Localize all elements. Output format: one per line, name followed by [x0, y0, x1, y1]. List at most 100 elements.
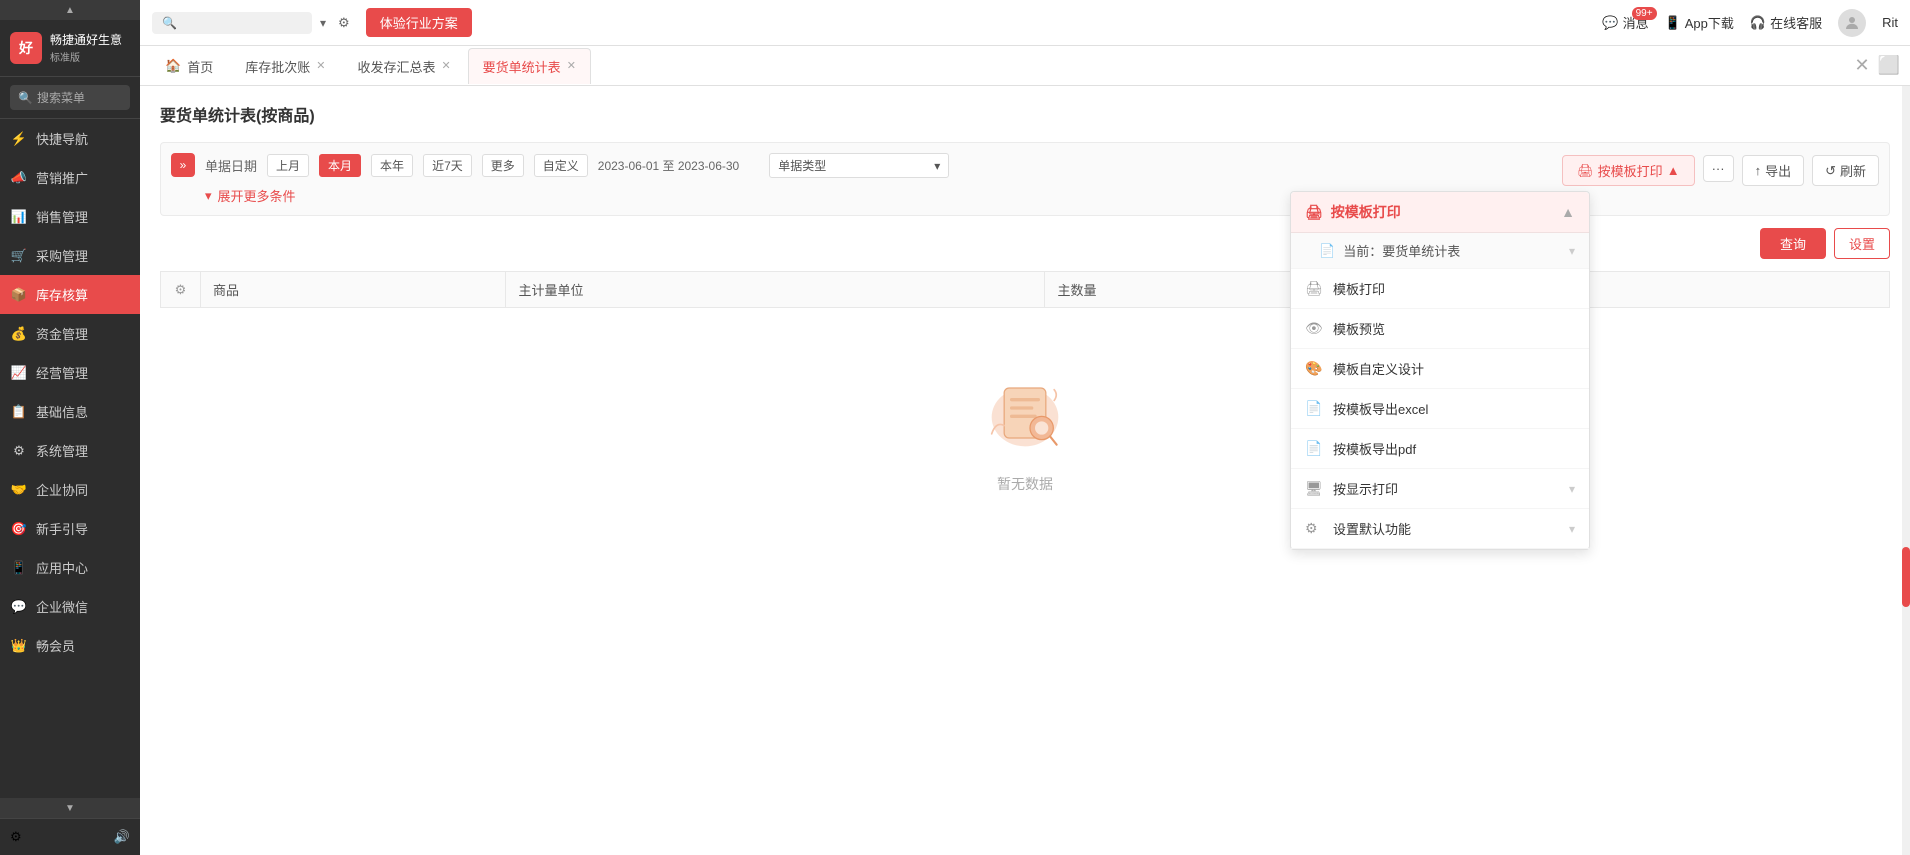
sidebar-bottom: ⚙ 🔊: [0, 818, 140, 855]
date-btn-more[interactable]: 更多: [482, 154, 524, 177]
topbar-app-download[interactable]: 📱 App下载: [1665, 13, 1734, 32]
tab-order-stats-close[interactable]: ✕: [567, 61, 576, 72]
dropdown-title: 🖨 按模板打印: [1305, 202, 1401, 222]
messages-badge: 99+: [1632, 7, 1657, 20]
more-button[interactable]: ···: [1703, 155, 1734, 182]
export-button[interactable]: ↑ 导出: [1742, 155, 1805, 186]
date-btn-custom[interactable]: 自定义: [534, 154, 588, 177]
refresh-button[interactable]: ↺ 刷新: [1812, 155, 1879, 186]
tab-receipt-summary[interactable]: 收发存汇总表 ✕: [342, 48, 465, 84]
print-template-button[interactable]: 🖨 按模板打印 ▲: [1562, 155, 1694, 186]
template-print-label: 模板打印: [1333, 279, 1385, 298]
print-arrow-icon: ▲: [1667, 163, 1680, 178]
export-icon: ↑: [1755, 163, 1762, 178]
sidebar-item-quick-nav[interactable]: ⚡ 快捷导航: [0, 119, 140, 158]
dropdown-item-template-pdf[interactable]: 📄 按模板导出pdf: [1291, 429, 1589, 469]
filter-expand-button[interactable]: »: [171, 153, 195, 177]
display-print-icon: 🖥: [1305, 480, 1323, 497]
settings-button[interactable]: 设置: [1834, 228, 1890, 259]
topbar-search[interactable]: 🔍: [152, 12, 312, 34]
app-center-icon: 📱: [10, 559, 28, 577]
topbar-messages[interactable]: 💬 消息 99+: [1602, 13, 1648, 32]
marketing-icon: 📣: [10, 169, 28, 187]
date-btn-last-month[interactable]: 上月: [267, 154, 309, 177]
sidebar-item-vip[interactable]: 👑 畅会员: [0, 626, 140, 665]
sidebar-item-inventory[interactable]: 📦 库存核算: [0, 275, 140, 314]
dropdown-item-left: 🖥 按显示打印: [1305, 479, 1398, 498]
tab-batch-accounts[interactable]: 库存批次账 ✕: [230, 48, 340, 84]
date-btn-this-year[interactable]: 本年: [371, 154, 413, 177]
dropdown-current-item[interactable]: 📄 当前：要货单统计表 ▾: [1291, 233, 1589, 269]
tab-home[interactable]: 🏠 首页: [150, 48, 228, 84]
settings-icon[interactable]: ⚙: [10, 829, 22, 845]
page-scrollbar[interactable]: [1902, 86, 1910, 855]
sidebar-item-operation[interactable]: 📈 经营管理: [0, 353, 140, 392]
sound-icon[interactable]: 🔊: [114, 829, 130, 845]
tab-order-stats[interactable]: 要货单统计表 ✕: [468, 48, 591, 84]
date-btn-7days[interactable]: 近7天: [423, 154, 472, 177]
dropdown-item-left: ⚙ 设置默认功能: [1305, 519, 1411, 538]
sidebar-item-finance[interactable]: 💰 资金管理: [0, 314, 140, 353]
template-print-icon: 🖨: [1305, 280, 1323, 297]
dropdown-item-template-excel[interactable]: 📄 按模板导出excel: [1291, 389, 1589, 429]
dropdown-item-set-default[interactable]: ⚙ 设置默认功能 ▾: [1291, 509, 1589, 549]
trial-button[interactable]: 体验行业方案: [366, 8, 472, 37]
current-item-label: 当前：要货单统计表: [1343, 241, 1460, 260]
sidebar-item-marketing[interactable]: 📣 营销推广: [0, 158, 140, 197]
template-excel-icon: 📄: [1305, 400, 1323, 417]
sidebar-scroll-down[interactable]: ▼: [0, 798, 140, 818]
template-custom-label: 模板自定义设计: [1333, 359, 1424, 378]
date-btn-this-month[interactable]: 本月: [319, 154, 361, 177]
sidebar-item-app-center[interactable]: 📱 应用中心: [0, 548, 140, 587]
dropdown-item-template-print[interactable]: 🖨 模板打印: [1291, 269, 1589, 309]
sidebar-item-purchase[interactable]: 🛒 采购管理: [0, 236, 140, 275]
empty-state: 暂无数据: [160, 308, 1890, 554]
sidebar-item-label: 经营管理: [36, 363, 88, 382]
tabs-close-window[interactable]: ✕: [1854, 55, 1869, 76]
type-filter-label: 单据类型: [778, 157, 826, 174]
dropdown-item-left: 📄 按模板导出pdf: [1305, 439, 1416, 458]
set-default-label: 设置默认功能: [1333, 519, 1411, 538]
tab-batch-accounts-close[interactable]: ✕: [316, 61, 325, 72]
dropdown-item-template-preview[interactable]: 👁 模板预览: [1291, 309, 1589, 349]
dropdown-item-display-print[interactable]: 🖥 按显示打印 ▾: [1291, 469, 1589, 509]
sidebar-item-basic[interactable]: 📋 基础信息: [0, 392, 140, 431]
topbar-dropdown[interactable]: ▾: [320, 16, 326, 30]
sidebar-nav: ⚡ 快捷导航 📣 营销推广 📊 销售管理 🛒 采购管理 📦 库存核算 💰 资金管…: [0, 119, 140, 798]
basic-icon: 📋: [10, 403, 28, 421]
tab-order-stats-label: 要货单统计表: [483, 57, 561, 76]
topbar-avatar[interactable]: [1838, 9, 1866, 37]
topbar-gear-icon[interactable]: ⚙: [338, 15, 350, 31]
dropdown-close-button[interactable]: ▲: [1561, 204, 1575, 220]
sidebar-item-label: 企业微信: [36, 597, 88, 616]
tab-receipt-summary-label: 收发存汇总表: [357, 57, 435, 76]
col-settings-icon[interactable]: ⚙: [175, 282, 187, 297]
template-pdf-icon: 📄: [1305, 440, 1323, 457]
sidebar-item-wechat[interactable]: 💬 企业微信: [0, 587, 140, 626]
sidebar-search[interactable]: 🔍 搜索菜单: [0, 77, 140, 119]
page-title: 要货单统计表(按商品): [160, 102, 1890, 126]
print-dropdown-menu: 🖨 按模板打印 ▲ 📄 当前：要货单统计表 ▾ 🖨 模板打印 👁: [1290, 191, 1590, 550]
sidebar-logo-text: 畅捷通好生意: [50, 32, 122, 49]
sidebar: ▲ 好 畅捷通好生意 标准版 🔍 搜索菜单 ⚡ 快捷导航 📣 营销推广 📊 销售…: [0, 0, 140, 855]
sidebar-item-label: 新手引导: [36, 519, 88, 538]
sidebar-item-system[interactable]: ⚙ 系统管理: [0, 431, 140, 470]
dropdown-item-template-custom[interactable]: 🎨 模板自定义设计: [1291, 349, 1589, 389]
tab-receipt-summary-close[interactable]: ✕: [441, 61, 450, 72]
col-unit: 主计量单位: [506, 272, 1045, 308]
sidebar-scroll-up[interactable]: ▲: [0, 0, 140, 20]
col-settings[interactable]: ⚙: [161, 272, 201, 308]
query-button[interactable]: 查询: [1760, 228, 1826, 259]
sidebar-item-sales[interactable]: 📊 销售管理: [0, 197, 140, 236]
page-inner: 要货单统计表(按商品) » 单据日期 上月 本月 本年 近7天 更多 自定义 2…: [140, 86, 1910, 855]
tabs-maximize[interactable]: ⬜: [1878, 55, 1900, 76]
sidebar-item-label: 企业协同: [36, 480, 88, 499]
scrollbar-thumb[interactable]: [1902, 547, 1910, 607]
sidebar-item-cooperation[interactable]: 🤝 企业协同: [0, 470, 140, 509]
type-filter-select[interactable]: 单据类型 ▾: [769, 153, 949, 178]
finance-icon: 💰: [10, 325, 28, 343]
sidebar-item-label: 营销推广: [36, 168, 88, 187]
topbar-username[interactable]: Rit: [1882, 15, 1898, 30]
topbar-online-service[interactable]: 🎧 在线客服: [1750, 13, 1822, 32]
sidebar-item-guide[interactable]: 🎯 新手引导: [0, 509, 140, 548]
